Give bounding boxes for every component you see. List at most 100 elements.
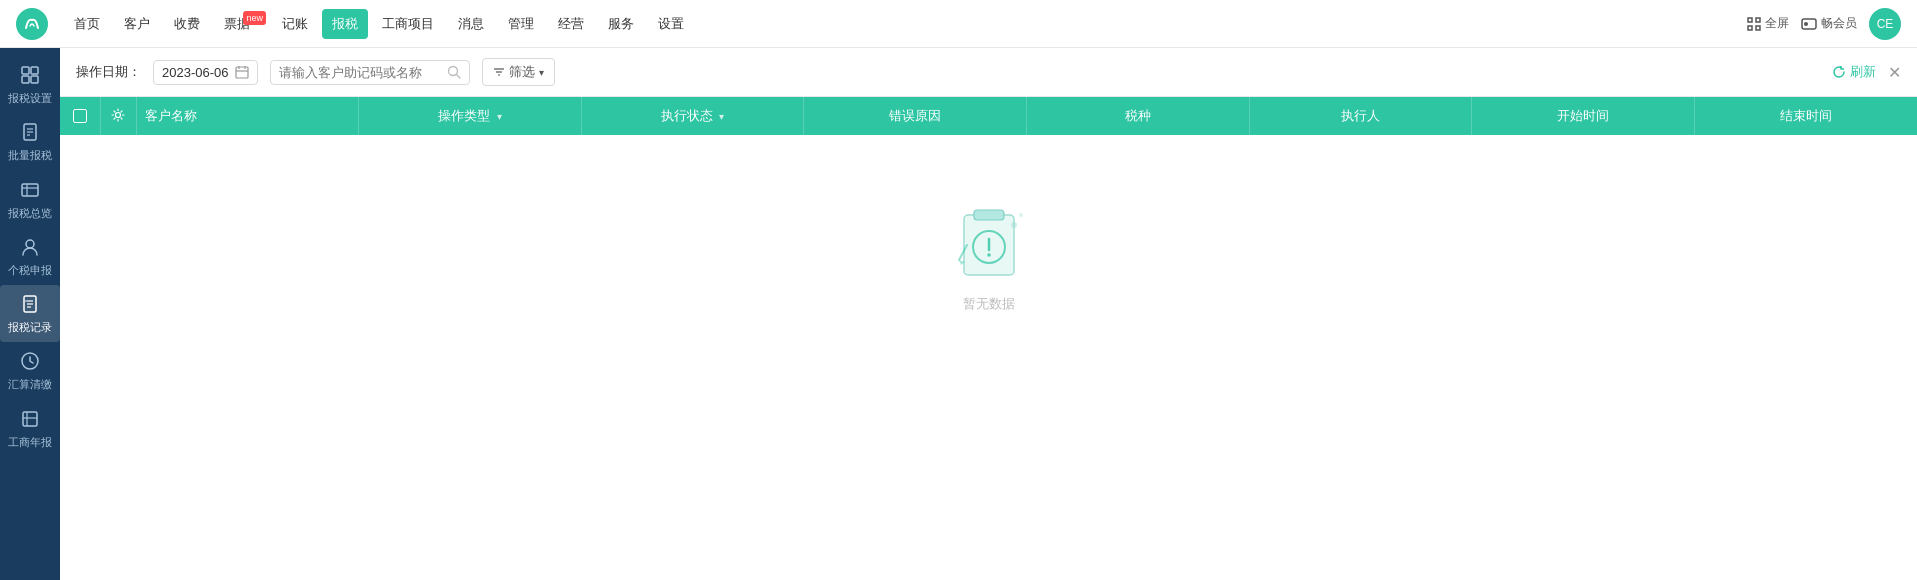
svg-rect-2 [1756,18,1760,22]
column-client-name: 客户名称 [136,97,359,135]
main-layout: 报税设置 批量报税 报税总览 个税申报 报税记录 [0,48,1917,580]
svg-rect-1 [1748,18,1752,22]
tax-overview-icon [19,179,41,204]
sidebar-item-personal-tax-label: 个税申报 [8,263,52,277]
nav-operation[interactable]: 经营 [548,9,594,39]
sidebar-item-tax-records-label: 报税记录 [8,320,52,334]
svg-rect-10 [31,76,38,83]
date-picker[interactable]: 2023-06-06 [153,60,258,85]
table-container: 客户名称 操作类型 ▾ 执行状态 ▾ 错误原因 [60,97,1917,580]
svg-line-33 [456,75,460,79]
svg-point-42 [987,253,991,257]
refresh-icon [1832,65,1846,79]
sidebar-item-batch-tax[interactable]: 批量报税 [0,113,60,170]
op-type-sort-icon: ▾ [497,111,502,122]
svg-rect-39 [974,210,1004,220]
refresh-button[interactable]: 刷新 [1832,63,1876,81]
tax-records-icon [19,293,41,318]
sidebar-item-annual-settlement[interactable]: 汇算清缴 [0,342,60,399]
new-badge: new [243,11,266,25]
nav-invoice[interactable]: 票据 new [214,9,268,39]
gear-icon [111,108,125,122]
nav-fee[interactable]: 收费 [164,9,210,39]
annual-report-icon [19,408,41,433]
sidebar-item-tax-settings[interactable]: 报税设置 [0,56,60,113]
column-executor: 执行人 [1249,97,1472,135]
avatar[interactable]: CE [1869,8,1901,40]
date-label: 操作日期： [76,63,141,81]
svg-point-45 [1011,222,1017,228]
exec-status-sort-icon: ▾ [719,111,724,122]
member-button[interactable]: 畅会员 [1801,15,1857,32]
nav-manage[interactable]: 管理 [498,9,544,39]
table-header-row: 客户名称 操作类型 ▾ 执行状态 ▾ 错误原因 [60,97,1917,135]
sidebar: 报税设置 批量报税 报税总览 个税申报 报税记录 [0,48,60,580]
filter-button[interactable]: 筛选 ▾ [482,58,555,86]
sidebar-item-personal-tax[interactable]: 个税申报 [0,228,60,285]
column-check[interactable] [60,97,100,135]
svg-rect-25 [23,412,37,426]
svg-rect-8 [31,67,38,74]
svg-rect-9 [22,76,29,83]
toolbar-right: 刷新 ✕ [1832,63,1901,82]
column-exec-status[interactable]: 执行状态 ▾ [581,97,804,135]
nav-home[interactable]: 首页 [64,9,110,39]
svg-rect-28 [236,67,248,78]
nav-message[interactable]: 消息 [448,9,494,39]
nav-settings[interactable]: 设置 [648,9,694,39]
svg-rect-15 [22,184,38,196]
nav-customer[interactable]: 客户 [114,9,160,39]
annual-settlement-icon [19,350,41,375]
personal-tax-icon [19,236,41,261]
app-logo[interactable] [16,8,48,40]
filter-label: 筛选 [509,63,535,81]
sidebar-item-tax-settings-label: 报税设置 [8,91,52,105]
svg-point-6 [1804,22,1808,26]
nav-service[interactable]: 服务 [598,9,644,39]
svg-rect-4 [1756,26,1760,30]
nav-menu: 首页 客户 收费 票据 new 记账 报税 工商项目 消息 管理 经营 服务 设… [64,9,1747,39]
search-box[interactable] [270,60,470,85]
filter-chevron-icon: ▾ [539,67,544,78]
column-op-type[interactable]: 操作类型 ▾ [359,97,582,135]
fullscreen-button[interactable]: 全屏 [1747,15,1789,32]
date-value: 2023-06-06 [162,65,229,80]
toolbar: 操作日期： 2023-06-06 筛选 ▾ 刷新 ✕ [60,48,1917,97]
sidebar-item-annual-settlement-label: 汇算清缴 [8,377,52,391]
sidebar-item-annual-report-label: 工商年报 [8,435,52,449]
filter-icon [493,66,505,78]
fullscreen-label: 全屏 [1765,15,1789,32]
svg-point-23 [25,300,27,302]
sidebar-item-tax-overview[interactable]: 报税总览 [0,171,60,228]
top-navigation: 首页 客户 收费 票据 new 记账 报税 工商项目 消息 管理 经营 服务 设… [0,0,1917,48]
column-gear[interactable] [100,97,136,135]
svg-rect-3 [1748,26,1752,30]
records-table: 客户名称 操作类型 ▾ 执行状态 ▾ 错误原因 [60,97,1917,373]
svg-point-37 [116,112,121,117]
column-end-time: 结束时间 [1694,97,1917,135]
empty-text: 暂无数据 [963,295,1015,313]
top-nav-right: 全屏 畅会员 CE [1747,8,1901,40]
search-input[interactable] [279,65,441,80]
nav-bookkeeping[interactable]: 记账 [272,9,318,39]
batch-tax-icon [19,121,41,146]
column-error-reason: 错误原因 [804,97,1027,135]
nav-business[interactable]: 工商项目 [372,9,444,39]
nav-tax[interactable]: 报税 [322,9,368,39]
svg-point-18 [26,240,34,248]
close-button[interactable]: ✕ [1888,63,1901,82]
svg-rect-7 [22,67,29,74]
search-icon [447,65,461,79]
sidebar-item-tax-records[interactable]: 报税记录 [0,285,60,342]
refresh-label: 刷新 [1850,63,1876,81]
calendar-icon [235,65,249,79]
content-area: 操作日期： 2023-06-06 筛选 ▾ 刷新 ✕ [60,48,1917,580]
empty-illustration [939,195,1039,295]
select-all-checkbox[interactable] [73,109,87,123]
column-tax-type: 税种 [1027,97,1250,135]
member-label: 畅会员 [1821,15,1857,32]
sidebar-item-annual-report[interactable]: 工商年报 [0,400,60,457]
svg-point-46 [1019,213,1023,217]
sidebar-item-tax-overview-label: 报税总览 [8,206,52,220]
tax-settings-icon [19,64,41,89]
